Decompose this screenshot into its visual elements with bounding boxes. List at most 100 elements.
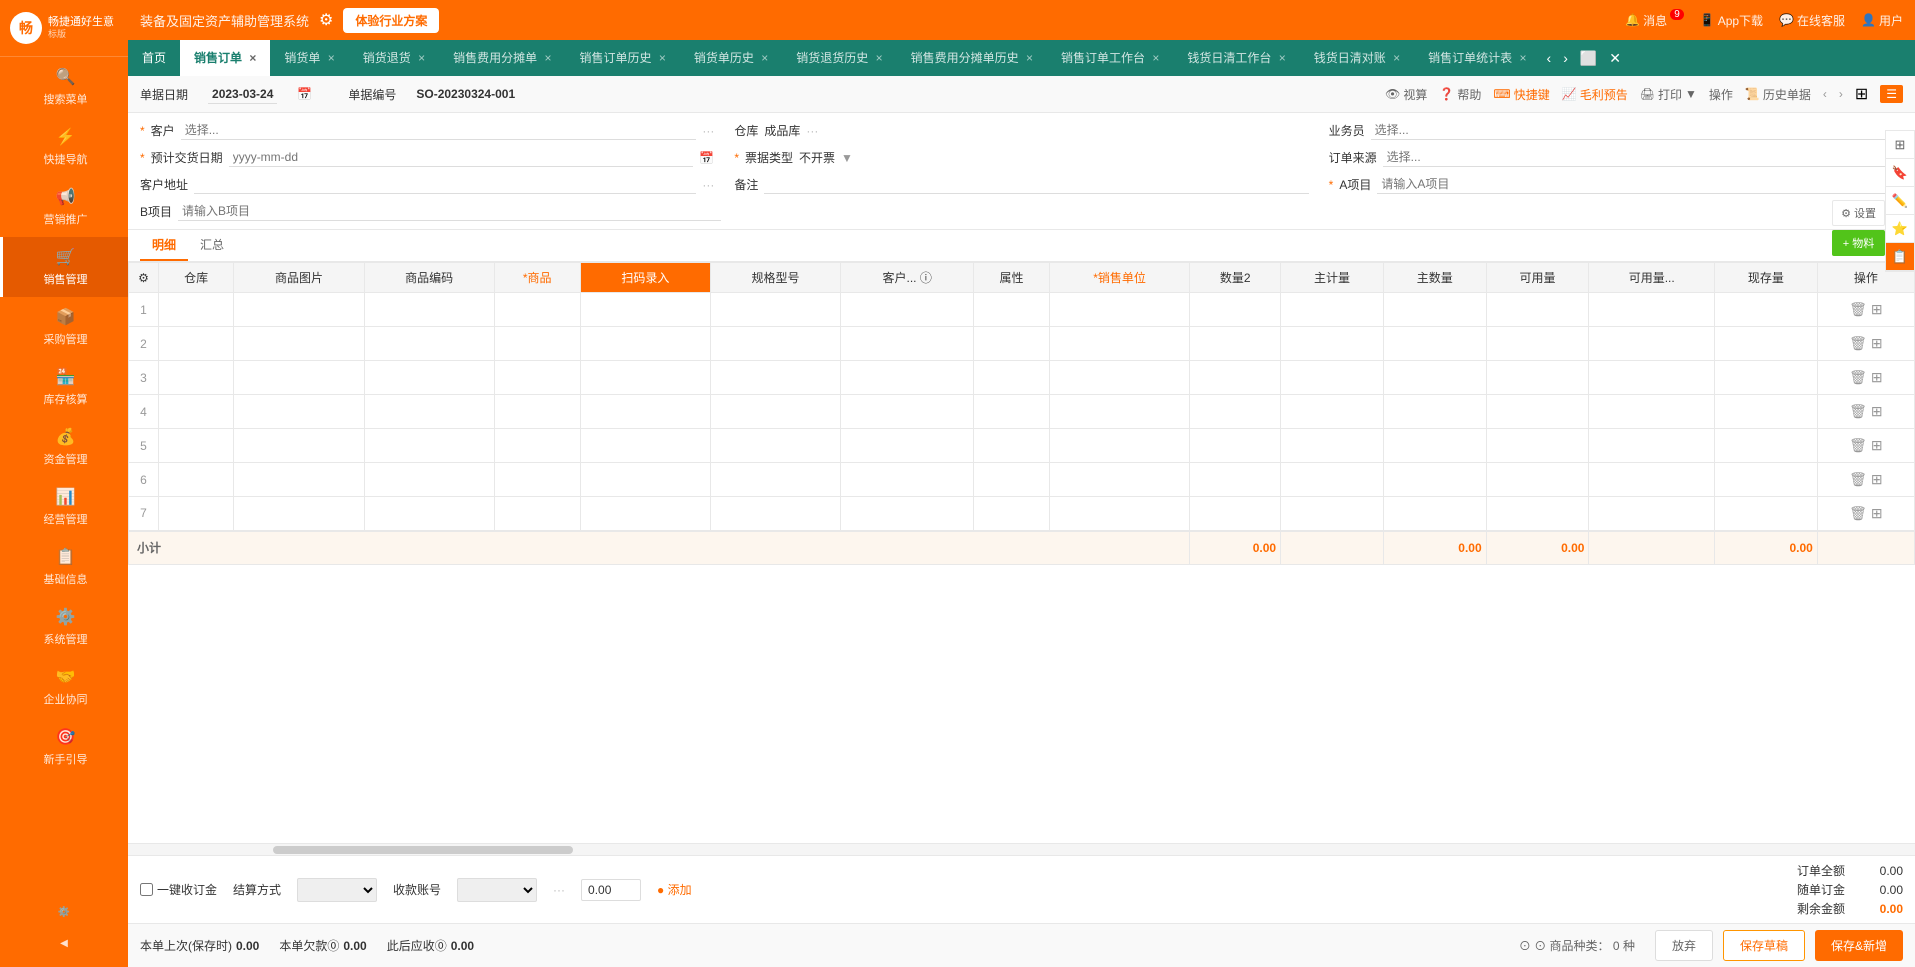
tab-close-split[interactable]: ×: [545, 51, 552, 65]
add-btn[interactable]: ● 添加: [657, 881, 692, 898]
amount-input[interactable]: 0.00: [581, 879, 641, 901]
delete-row-7[interactable]: 🗑: [1849, 505, 1867, 522]
row-available-1[interactable]: [1486, 293, 1589, 327]
copy-row-7[interactable]: ⊞: [1871, 505, 1883, 522]
nav-next[interactable]: ›: [1839, 87, 1843, 101]
list-view-btn[interactable]: ☰: [1880, 85, 1903, 103]
tab-next[interactable]: ›: [1557, 50, 1574, 66]
sidebar-item-enterprise[interactable]: 🤝 企业协同: [0, 657, 128, 717]
rt-btn-5[interactable]: 📋: [1886, 243, 1914, 271]
row-product-2[interactable]: [494, 327, 580, 361]
delivery-input[interactable]: [229, 148, 694, 167]
tab-order-history[interactable]: 销售订单历史 ×: [566, 40, 680, 76]
invoice-dropdown[interactable]: ▼: [841, 151, 853, 165]
settings-btn[interactable]: ⚙ 设置: [1832, 200, 1885, 226]
address-dots[interactable]: ···: [702, 178, 714, 192]
tab-close-cost-history[interactable]: ×: [1026, 51, 1033, 65]
tab-close-daily[interactable]: ×: [1279, 51, 1286, 65]
industry-btn[interactable]: 体验行业方案: [343, 8, 439, 33]
tab-detail[interactable]: 明细: [140, 230, 188, 261]
th-gear[interactable]: ⚙: [129, 263, 159, 293]
th-scan[interactable]: 扫码录入: [580, 263, 710, 293]
date-value[interactable]: 2023-03-24: [208, 85, 277, 104]
tab-bill-history[interactable]: 销货单历史 ×: [680, 40, 782, 76]
row-unit-1[interactable]: [1049, 293, 1190, 327]
sidebar-item-operation[interactable]: 📊 经营管理: [0, 477, 128, 537]
row-image-2[interactable]: [234, 327, 364, 361]
tab-maximize[interactable]: ⬜: [1574, 50, 1603, 67]
row-spec-2[interactable]: [710, 327, 840, 361]
sidebar-settings[interactable]: ⚙️: [6, 899, 122, 926]
row-unit-2[interactable]: [1049, 327, 1190, 361]
print-btn[interactable]: 🖨 打印 ▼: [1640, 86, 1697, 103]
row-main-unit-1[interactable]: [1281, 293, 1384, 327]
tab-daily-workbench[interactable]: 钱货日清工作台 ×: [1173, 40, 1299, 76]
tab-reconcile[interactable]: 钱货日清对账 ×: [1300, 40, 1414, 76]
print-arrow[interactable]: ▼: [1685, 87, 1697, 101]
tab-close-workbench[interactable]: ×: [1152, 51, 1159, 65]
rt-btn-1[interactable]: ⊞: [1886, 131, 1914, 159]
order-source-input[interactable]: [1383, 148, 1885, 167]
tab-home[interactable]: 首页: [128, 40, 180, 76]
row-customer-code-2[interactable]: [841, 327, 974, 361]
copy-row-4[interactable]: ⊞: [1871, 403, 1883, 420]
row-product-1[interactable]: [494, 293, 580, 327]
address-input[interactable]: [194, 175, 696, 194]
tab-sales-order[interactable]: 销售订单 ×: [180, 40, 270, 76]
tab-sales-return[interactable]: 销货退货 ×: [349, 40, 439, 76]
tab-return-history[interactable]: 销货退货历史 ×: [782, 40, 896, 76]
tab-close-all[interactable]: ✕: [1603, 50, 1627, 67]
quick-order-label[interactable]: 一键收订金: [140, 881, 217, 898]
warehouse-dots[interactable]: ···: [806, 124, 818, 138]
sidebar-item-guide[interactable]: 🎯 新手引导: [0, 717, 128, 777]
row-main-qty-1[interactable]: [1383, 293, 1486, 327]
sidebar-item-system[interactable]: ⚙️ 系统管理: [0, 597, 128, 657]
row-customer-code-1[interactable]: [841, 293, 974, 327]
history-btn[interactable]: 📜 历史单据: [1745, 86, 1811, 103]
view-btn[interactable]: 👁 视算: [1385, 86, 1427, 103]
sidebar-item-inventory[interactable]: 🏪 库存核算: [0, 357, 128, 417]
rt-btn-3[interactable]: ✏️: [1886, 187, 1914, 215]
row-scan-1[interactable]: [580, 293, 710, 327]
sidebar-collapse[interactable]: ◀: [6, 930, 122, 957]
copy-row-6[interactable]: ⊞: [1871, 471, 1883, 488]
operation-btn[interactable]: 操作: [1709, 86, 1733, 103]
tab-prev[interactable]: ‹: [1541, 50, 1558, 66]
copy-row-5[interactable]: ⊞: [1871, 437, 1883, 454]
nav-prev[interactable]: ‹: [1823, 87, 1827, 101]
rt-btn-2[interactable]: 🔖: [1886, 159, 1914, 187]
tab-close-bill-history[interactable]: ×: [761, 51, 768, 65]
tab-close-reconcile[interactable]: ×: [1393, 51, 1400, 65]
a-project-input[interactable]: [1377, 175, 1903, 194]
row-main-unit-2[interactable]: [1281, 327, 1384, 361]
discard-btn[interactable]: 放弃: [1655, 930, 1713, 961]
tab-order-workbench[interactable]: 销售订单工作台 ×: [1047, 40, 1173, 76]
gear-settings-icon[interactable]: ⚙: [319, 10, 333, 30]
row-spec-1[interactable]: [710, 293, 840, 327]
copy-row-2[interactable]: ⊞: [1871, 335, 1883, 352]
tab-close-return-history[interactable]: ×: [876, 51, 883, 65]
sidebar-item-finance[interactable]: 💰 资金管理: [0, 417, 128, 477]
row-code-1[interactable]: [364, 293, 494, 327]
help-btn[interactable]: ❓ 帮助: [1439, 86, 1481, 103]
tab-close-sales-order[interactable]: ×: [249, 51, 256, 65]
scroll-bar[interactable]: [273, 846, 573, 854]
tab-close-sales-bill[interactable]: ×: [328, 51, 335, 65]
delete-row-4[interactable]: 🗑: [1849, 403, 1867, 420]
rt-btn-4[interactable]: ⭐: [1886, 215, 1914, 243]
tab-close-return[interactable]: ×: [418, 51, 425, 65]
tab-close-stats[interactable]: ×: [1520, 51, 1527, 65]
add-material-btn[interactable]: + 物料: [1832, 230, 1885, 256]
tab-summary[interactable]: 汇总: [188, 230, 236, 261]
save-new-btn[interactable]: 保存&新增: [1815, 930, 1903, 961]
copy-row-3[interactable]: ⊞: [1871, 369, 1883, 386]
delete-row-3[interactable]: 🗑: [1849, 369, 1867, 386]
row-attr-1[interactable]: [974, 293, 1049, 327]
sidebar-item-base[interactable]: 📋 基础信息: [0, 537, 128, 597]
app-download-btn[interactable]: 📱 App下载: [1700, 12, 1763, 29]
copy-row-1[interactable]: ⊞: [1871, 301, 1883, 318]
profit-btn[interactable]: 📈 毛利预告: [1562, 86, 1628, 103]
save-draft-btn[interactable]: 保存草稿: [1723, 930, 1805, 961]
account-select[interactable]: [457, 878, 537, 902]
b-project-input[interactable]: [178, 202, 721, 221]
